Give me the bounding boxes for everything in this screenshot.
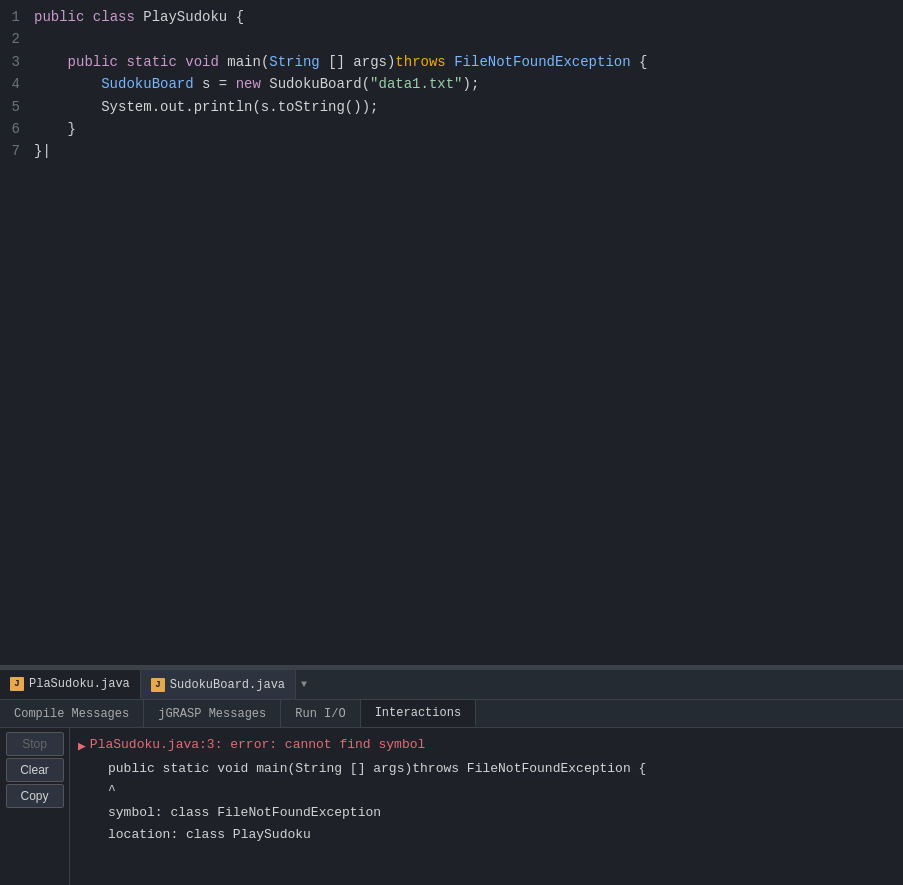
error-location: location: class PlaySudoku bbox=[108, 824, 895, 846]
file-tab-label: PlaSudoku.java bbox=[29, 677, 130, 691]
file-tabs: J PlaSudoku.java J SudokuBoard.java ▼ bbox=[0, 670, 903, 700]
java-icon: J bbox=[10, 677, 24, 691]
error-code-line: public static void main(String [] args)t… bbox=[108, 758, 895, 780]
stop-button[interactable]: Stop bbox=[6, 732, 64, 756]
clear-button[interactable]: Clear bbox=[6, 758, 64, 782]
java-icon-2: J bbox=[151, 678, 165, 692]
error-arrow-icon: ▶ bbox=[78, 736, 86, 758]
file-tab-label-2: SudokuBoard.java bbox=[170, 678, 285, 692]
message-content[interactable]: ▶ PlaSudoku.java:3: error: cannot find s… bbox=[70, 728, 903, 885]
error-symbol: symbol: class FileNotFoundException bbox=[108, 802, 895, 824]
tab-jgrasp-messages[interactable]: jGRASP Messages bbox=[144, 700, 281, 727]
file-tab-sudokuboard[interactable]: J SudokuBoard.java bbox=[141, 670, 296, 699]
tab-run-io[interactable]: Run I/O bbox=[281, 700, 360, 727]
line-numbers: 1 2 3 4 5 6 7 bbox=[0, 6, 30, 659]
tab-arrow: ▼ bbox=[296, 670, 312, 699]
error-main-text: PlaSudoku.java:3: error: cannot find sym… bbox=[90, 734, 425, 756]
message-panel-body: Stop Clear Copy ▶ PlaSudoku.java:3: erro… bbox=[0, 728, 903, 885]
error-caret: ^ bbox=[108, 780, 895, 802]
file-tab-playsudoku[interactable]: J PlaSudoku.java bbox=[0, 670, 141, 699]
message-tabs: Compile Messages jGRASP Messages Run I/O… bbox=[0, 700, 903, 728]
copy-button[interactable]: Copy bbox=[6, 784, 64, 808]
sidebar-buttons: Stop Clear Copy bbox=[0, 728, 70, 885]
error-main-line: ▶ PlaSudoku.java:3: error: cannot find s… bbox=[78, 734, 895, 758]
code-content[interactable]: public class PlaySudoku { public static … bbox=[30, 6, 903, 659]
code-editor: 1 2 3 4 5 6 7 public class PlaySudoku { … bbox=[0, 0, 903, 665]
tab-compile-messages[interactable]: Compile Messages bbox=[0, 700, 144, 727]
tab-interactions[interactable]: Interactions bbox=[361, 700, 476, 727]
bottom-panel: J PlaSudoku.java J SudokuBoard.java ▼ Co… bbox=[0, 670, 903, 885]
